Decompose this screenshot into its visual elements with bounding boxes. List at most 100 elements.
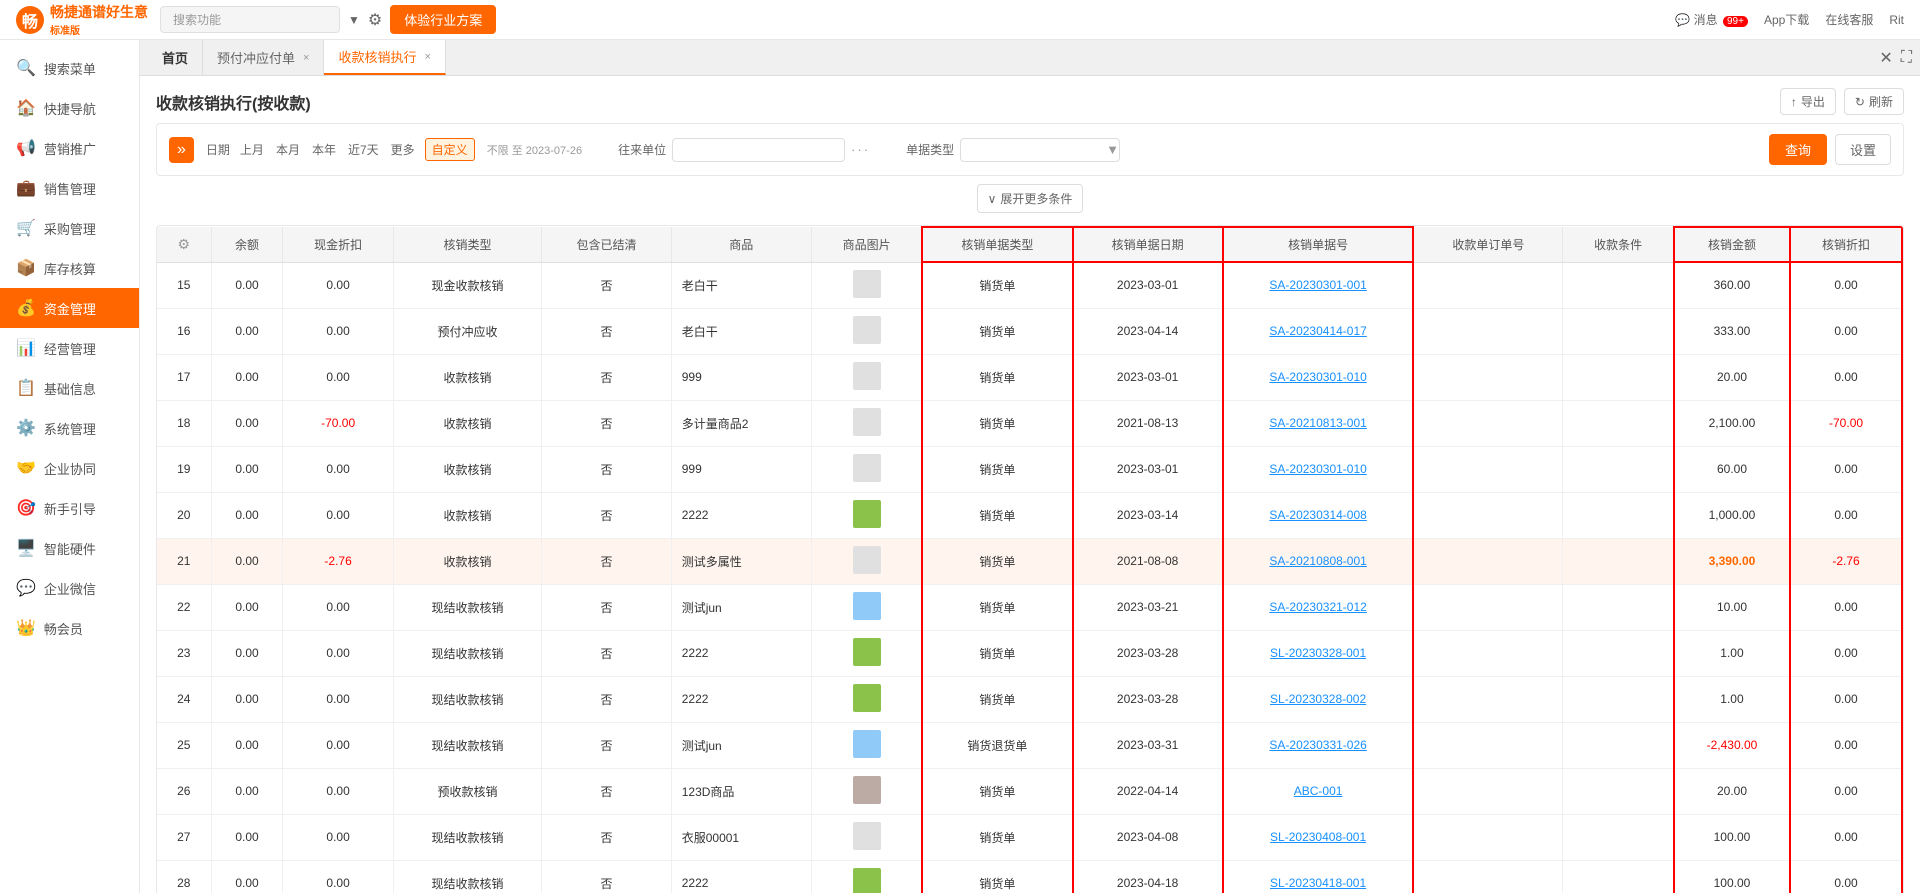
tab-maximize-icon[interactable]: ⛶ (1901, 49, 1912, 67)
enterprise-icon: 🤝 (16, 458, 36, 478)
td-goods-img (811, 768, 922, 814)
td-verify-bill-no[interactable]: SA-20230301-001 (1223, 262, 1414, 308)
td-balance: 0.00 (211, 400, 283, 446)
td-balance: 0.00 (211, 538, 283, 584)
message-icon[interactable]: 💬 消息 99+ (1675, 11, 1748, 28)
app-download-link[interactable]: App下载 (1764, 11, 1809, 28)
sidebar-item-quicknav[interactable]: 🏠 快捷导航 (0, 88, 139, 128)
td-verify-bill-no[interactable]: SA-20230414-017 (1223, 308, 1414, 354)
industry-btn[interactable]: 体验行业方案 (390, 5, 496, 34)
td-verify-discount: 0.00 (1790, 768, 1902, 814)
td-verify-bill-no[interactable]: SA-20230314-008 (1223, 492, 1414, 538)
sidebar-item-newbie[interactable]: 🎯 新手引导 (0, 488, 139, 528)
td-receipt-condition (1563, 262, 1674, 308)
td-receipt-order-no (1413, 400, 1562, 446)
table-row: 25 0.00 0.00 现结收款核销 否 测试jun 销货退货单 2023-0… (157, 722, 1902, 768)
filter-receipt-type-select[interactable] (960, 138, 1120, 162)
td-verify-bill-no[interactable]: SL-20230408-001 (1223, 814, 1414, 860)
sidebar-item-purchase[interactable]: 🛒 采购管理 (0, 208, 139, 248)
td-verify-bill-no[interactable]: SA-20210808-001 (1223, 538, 1414, 584)
td-verify-bill-no[interactable]: SA-20210813-001 (1223, 400, 1414, 446)
filter-expand-button[interactable]: » (169, 137, 194, 163)
td-no: 25 (157, 722, 211, 768)
td-verify-discount: 0.00 (1790, 722, 1902, 768)
sidebar-item-basic-info[interactable]: 📋 基础信息 (0, 368, 139, 408)
message-badge: 99+ (1723, 16, 1748, 27)
filter-date-this-year[interactable]: 本年 (308, 139, 340, 160)
filter-party-input[interactable] (672, 138, 845, 162)
td-verify-bill-no[interactable]: SA-20230331-026 (1223, 722, 1414, 768)
sidebar-item-inventory[interactable]: 📦 库存核算 (0, 248, 139, 288)
filter-date-this-month[interactable]: 本月 (272, 139, 304, 160)
td-goods-img (811, 308, 922, 354)
tab-prepay-close-icon[interactable]: × (303, 52, 309, 64)
td-verify-bill-no[interactable]: SL-20230328-001 (1223, 630, 1414, 676)
export-button[interactable]: ↑ 导出 (1780, 88, 1836, 115)
filter-date-last-month[interactable]: 上月 (236, 139, 268, 160)
td-verify-bill-no[interactable]: SA-20230301-010 (1223, 354, 1414, 400)
refresh-button[interactable]: ↻ 刷新 (1844, 88, 1904, 115)
system-icon: ⚙️ (16, 418, 36, 438)
expand-more-button[interactable]: ∨ 展开更多条件 (977, 184, 1084, 213)
td-verify-amount: 360.00 (1674, 262, 1790, 308)
td-include-settled: 否 (542, 768, 671, 814)
th-settings[interactable]: ⚙ (157, 227, 211, 262)
td-verify-bill-type: 销货单 (922, 492, 1072, 538)
sidebar-item-hardware[interactable]: 🖥️ 智能硬件 (0, 528, 139, 568)
td-verify-bill-no[interactable]: ABC-001 (1223, 768, 1414, 814)
sidebar-item-finance[interactable]: 💰 资金管理 (0, 288, 139, 328)
td-verify-bill-type: 销货单 (922, 446, 1072, 492)
td-no: 20 (157, 492, 211, 538)
table-row: 28 0.00 0.00 现结收款核销 否 2222 销货单 2023-04-1… (157, 860, 1902, 893)
td-verify-bill-no[interactable]: SA-20230301-010 (1223, 446, 1414, 492)
tab-receipt-verify-close-icon[interactable]: × (424, 51, 430, 63)
th-verify-bill-no: 核销单据号 (1223, 227, 1414, 262)
filter-date-7days[interactable]: 近7天 (344, 139, 383, 160)
sidebar-item-member[interactable]: 👑 畅会员 (0, 608, 139, 648)
sidebar-item-wechat[interactable]: 💬 企业微信 (0, 568, 139, 608)
wechat-icon: 💬 (16, 578, 36, 598)
sidebar-item-system[interactable]: ⚙️ 系统管理 (0, 408, 139, 448)
td-no: 24 (157, 676, 211, 722)
td-verify-type: 现结收款核销 (393, 814, 542, 860)
filter-bar: » 日期 上月 本月 本年 近7天 更多 自定义 不限 至 2023-07-26 (156, 123, 1904, 176)
td-verify-bill-no[interactable]: SL-20230418-001 (1223, 860, 1414, 893)
td-verify-discount: 0.00 (1790, 584, 1902, 630)
td-verify-discount: 0.00 (1790, 630, 1902, 676)
td-verify-type: 收款核销 (393, 446, 542, 492)
tab-home[interactable]: 首页 (148, 40, 203, 75)
td-cash-discount: 0.00 (283, 722, 393, 768)
top-bar-center: 搜索功能 ▼ ⚙ 体验行业方案 (160, 5, 1663, 34)
home-icon: 🏠 (16, 98, 36, 118)
filter-party-label: 往来单位 (618, 141, 666, 158)
search-box[interactable]: 搜索功能 (160, 6, 340, 33)
td-verify-bill-no[interactable]: SL-20230328-002 (1223, 676, 1414, 722)
export-icon: ↑ (1791, 95, 1797, 109)
td-balance: 0.00 (211, 308, 283, 354)
filter-receipt-type-label: 单据类型 (906, 141, 954, 158)
sidebar-item-sales[interactable]: 💼 销售管理 (0, 168, 139, 208)
td-verify-discount: 0.00 (1790, 814, 1902, 860)
tab-close-all-icon[interactable]: ✕ (1879, 48, 1892, 68)
td-verify-amount: 1.00 (1674, 676, 1790, 722)
td-verify-bill-date: 2023-04-14 (1073, 308, 1223, 354)
search-menu-icon: 🔍 (16, 58, 36, 78)
filter-custom-badge[interactable]: 自定义 (425, 138, 475, 161)
filter-settings-button[interactable]: 设置 (1835, 134, 1891, 165)
tab-prepay[interactable]: 预付冲应付单 × (203, 40, 324, 75)
sidebar-item-enterprise[interactable]: 🤝 企业协同 (0, 448, 139, 488)
td-verify-bill-no[interactable]: SA-20230321-012 (1223, 584, 1414, 630)
sidebar-item-operation[interactable]: 📊 经营管理 (0, 328, 139, 368)
search-dropdown-icon[interactable]: ▼ (348, 13, 360, 27)
td-verify-bill-date: 2023-03-28 (1073, 630, 1223, 676)
table-row: 27 0.00 0.00 现结收款核销 否 衣服00001 销货单 2023-0… (157, 814, 1902, 860)
sidebar-item-marketing[interactable]: 📢 营销推广 (0, 128, 139, 168)
gear-icon[interactable]: ⚙ (368, 10, 382, 30)
table-row: 15 0.00 0.00 现金收款核销 否 老白干 销货单 2023-03-01… (157, 262, 1902, 308)
online-service-link[interactable]: 在线客服 (1825, 11, 1873, 28)
tab-receipt-verify[interactable]: 收款核销执行 × (324, 40, 445, 75)
query-button[interactable]: 查询 (1769, 134, 1827, 165)
sidebar-item-search[interactable]: 🔍 搜索菜单 (0, 48, 139, 88)
filter-date-more[interactable]: 更多 (387, 139, 419, 160)
td-balance: 0.00 (211, 676, 283, 722)
